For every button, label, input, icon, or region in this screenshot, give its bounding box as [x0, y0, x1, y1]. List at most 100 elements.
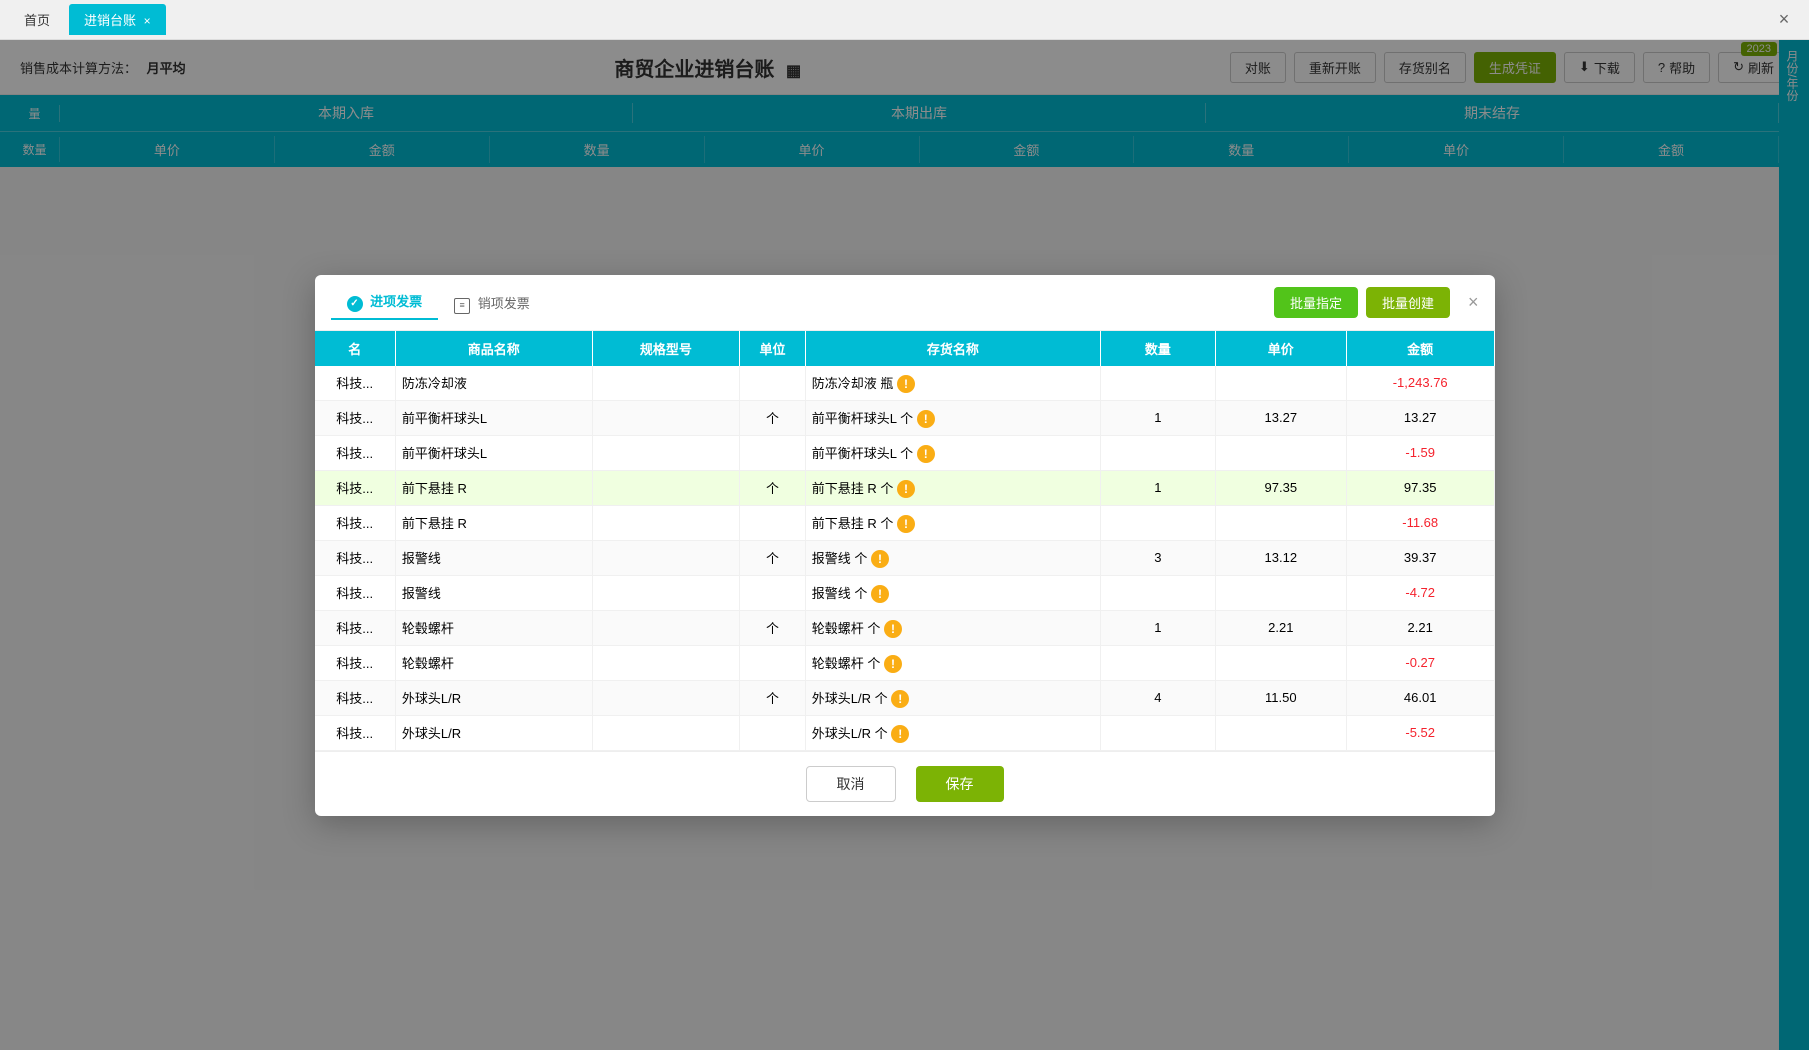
cell-spec — [592, 645, 740, 680]
cell-company: 科技... — [315, 645, 396, 680]
active-tab[interactable]: 进销台账 × — [69, 4, 166, 35]
cell-unit: 个 — [740, 400, 806, 435]
cell-inventory: 轮毂螺杆 个 ! — [805, 645, 1100, 680]
cell-inventory: 防冻冷却液 瓶 ! — [805, 366, 1100, 401]
table-row[interactable]: 科技... 前下悬挂 R 前下悬挂 R 个 ! -11.68 — [315, 505, 1495, 540]
warning-icon: ! — [897, 480, 915, 498]
modal-close-button[interactable]: × — [1468, 292, 1479, 313]
cell-inventory: 报警线 个 ! — [805, 575, 1100, 610]
cell-unit — [740, 435, 806, 470]
cell-inventory: 前下悬挂 R 个 ! — [805, 470, 1100, 505]
cell-product: 前平衡杆球头L — [395, 400, 592, 435]
cell-unit-price — [1215, 575, 1346, 610]
cell-unit-price — [1215, 715, 1346, 750]
cell-quantity — [1100, 366, 1215, 401]
cell-unit — [740, 575, 806, 610]
cell-product: 防冻冷却液 — [395, 366, 592, 401]
warning-icon: ! — [891, 725, 909, 743]
cell-inventory: 轮毂螺杆 个 ! — [805, 610, 1100, 645]
tab-invoice[interactable]: ✓ 进项发票 — [331, 285, 439, 320]
batch-assign-button[interactable]: 批量指定 — [1274, 287, 1358, 318]
warning-icon: ! — [917, 410, 935, 428]
cell-amount: 97.35 — [1346, 470, 1494, 505]
table-row[interactable]: 科技... 轮毂螺杆 轮毂螺杆 个 ! -0.27 — [315, 645, 1495, 680]
table-row[interactable]: 科技... 前平衡杆球头L 前平衡杆球头L 个 ! -1.59 — [315, 435, 1495, 470]
cell-amount: -0.27 — [1346, 645, 1494, 680]
table-row[interactable]: 科技... 防冻冷却液 防冻冷却液 瓶 ! -1,243.76 — [315, 366, 1495, 401]
modal-overlay: ✓ 进项发票 ≡ 销项发票 批量指定 批量创建 × — [0, 40, 1809, 1050]
cell-spec — [592, 540, 740, 575]
cell-company: 科技... — [315, 610, 396, 645]
table-row[interactable]: 科技... 外球头L/R 外球头L/R 个 ! -5.52 — [315, 715, 1495, 750]
cell-quantity — [1100, 505, 1215, 540]
cell-spec — [592, 435, 740, 470]
cell-unit: 个 — [740, 540, 806, 575]
th-inventory: 存货名称 — [805, 331, 1100, 366]
cell-unit-price: 13.27 — [1215, 400, 1346, 435]
batch-create-button[interactable]: 批量创建 — [1366, 287, 1450, 318]
cell-product: 前下悬挂 R — [395, 470, 592, 505]
cell-company: 科技... — [315, 715, 396, 750]
modal-footer: 取消 保存 — [315, 751, 1495, 816]
close-tab-icon[interactable]: × — [144, 14, 151, 28]
cell-unit-price: 11.50 — [1215, 680, 1346, 715]
home-tab[interactable]: 首页 — [10, 5, 64, 34]
table-header-row: 名 商品名称 规格型号 单位 存货名称 数量 单价 金额 — [315, 331, 1495, 366]
cell-quantity: 1 — [1100, 400, 1215, 435]
modal-dialog: ✓ 进项发票 ≡ 销项发票 批量指定 批量创建 × — [315, 275, 1495, 816]
cell-spec — [592, 680, 740, 715]
cell-amount: 2.21 — [1346, 610, 1494, 645]
cell-inventory: 前平衡杆球头L 个 ! — [805, 435, 1100, 470]
window-close-button[interactable]: × — [1769, 5, 1799, 35]
warning-icon: ! — [917, 445, 935, 463]
cell-unit-price — [1215, 435, 1346, 470]
cancel-button[interactable]: 取消 — [806, 766, 896, 802]
cell-company: 科技... — [315, 435, 396, 470]
top-bar: 首页 进销台账 × × — [0, 0, 1809, 40]
table-row[interactable]: 科技... 外球头L/R 个 外球头L/R 个 ! 4 11.50 46.01 — [315, 680, 1495, 715]
table-row[interactable]: 科技... 前下悬挂 R 个 前下悬挂 R 个 ! 1 97.35 97.35 — [315, 470, 1495, 505]
cell-inventory: 外球头L/R 个 ! — [805, 715, 1100, 750]
cell-unit — [740, 505, 806, 540]
cell-unit-price: 97.35 — [1215, 470, 1346, 505]
cell-spec — [592, 505, 740, 540]
cell-unit — [740, 366, 806, 401]
cell-company: 科技... — [315, 470, 396, 505]
cell-unit — [740, 645, 806, 680]
cell-inventory: 前平衡杆球头L 个 ! — [805, 400, 1100, 435]
th-unit: 单位 — [740, 331, 806, 366]
cell-unit: 个 — [740, 610, 806, 645]
cell-quantity — [1100, 435, 1215, 470]
table-row[interactable]: 科技... 报警线 报警线 个 ! -4.72 — [315, 575, 1495, 610]
warning-icon: ! — [871, 585, 889, 603]
table-row[interactable]: 科技... 轮毂螺杆 个 轮毂螺杆 个 ! 1 2.21 2.21 — [315, 610, 1495, 645]
warning-icon: ! — [884, 620, 902, 638]
cell-amount: -11.68 — [1346, 505, 1494, 540]
warning-icon: ! — [897, 375, 915, 393]
cell-spec — [592, 470, 740, 505]
cell-product: 前下悬挂 R — [395, 505, 592, 540]
cell-product: 报警线 — [395, 540, 592, 575]
cell-unit-price — [1215, 645, 1346, 680]
cell-spec — [592, 400, 740, 435]
cell-unit: 个 — [740, 470, 806, 505]
cell-inventory: 报警线 个 ! — [805, 540, 1100, 575]
tab-sales[interactable]: ≡ 销项发票 — [438, 287, 546, 320]
modal-actions: 批量指定 批量创建 — [1274, 287, 1450, 318]
cell-amount: -4.72 — [1346, 575, 1494, 610]
invoice-tab-icon: ✓ — [347, 296, 363, 312]
cell-unit-price — [1215, 366, 1346, 401]
cell-amount: -5.52 — [1346, 715, 1494, 750]
modal-table-container[interactable]: 名 商品名称 规格型号 单位 存货名称 数量 单价 金额 科技... 防冻冷却液 — [315, 331, 1495, 751]
cell-company: 科技... — [315, 366, 396, 401]
cell-product: 轮毂螺杆 — [395, 645, 592, 680]
table-row[interactable]: 科技... 报警线 个 报警线 个 ! 3 13.12 39.37 — [315, 540, 1495, 575]
cell-unit-price: 2.21 — [1215, 610, 1346, 645]
cell-company: 科技... — [315, 575, 396, 610]
modal-tabs: ✓ 进项发票 ≡ 销项发票 — [331, 285, 1264, 320]
cell-product: 前平衡杆球头L — [395, 435, 592, 470]
cell-product: 外球头L/R — [395, 680, 592, 715]
cell-unit-price — [1215, 505, 1346, 540]
table-row[interactable]: 科技... 前平衡杆球头L 个 前平衡杆球头L 个 ! 1 13.27 13.2… — [315, 400, 1495, 435]
save-button[interactable]: 保存 — [916, 766, 1004, 802]
